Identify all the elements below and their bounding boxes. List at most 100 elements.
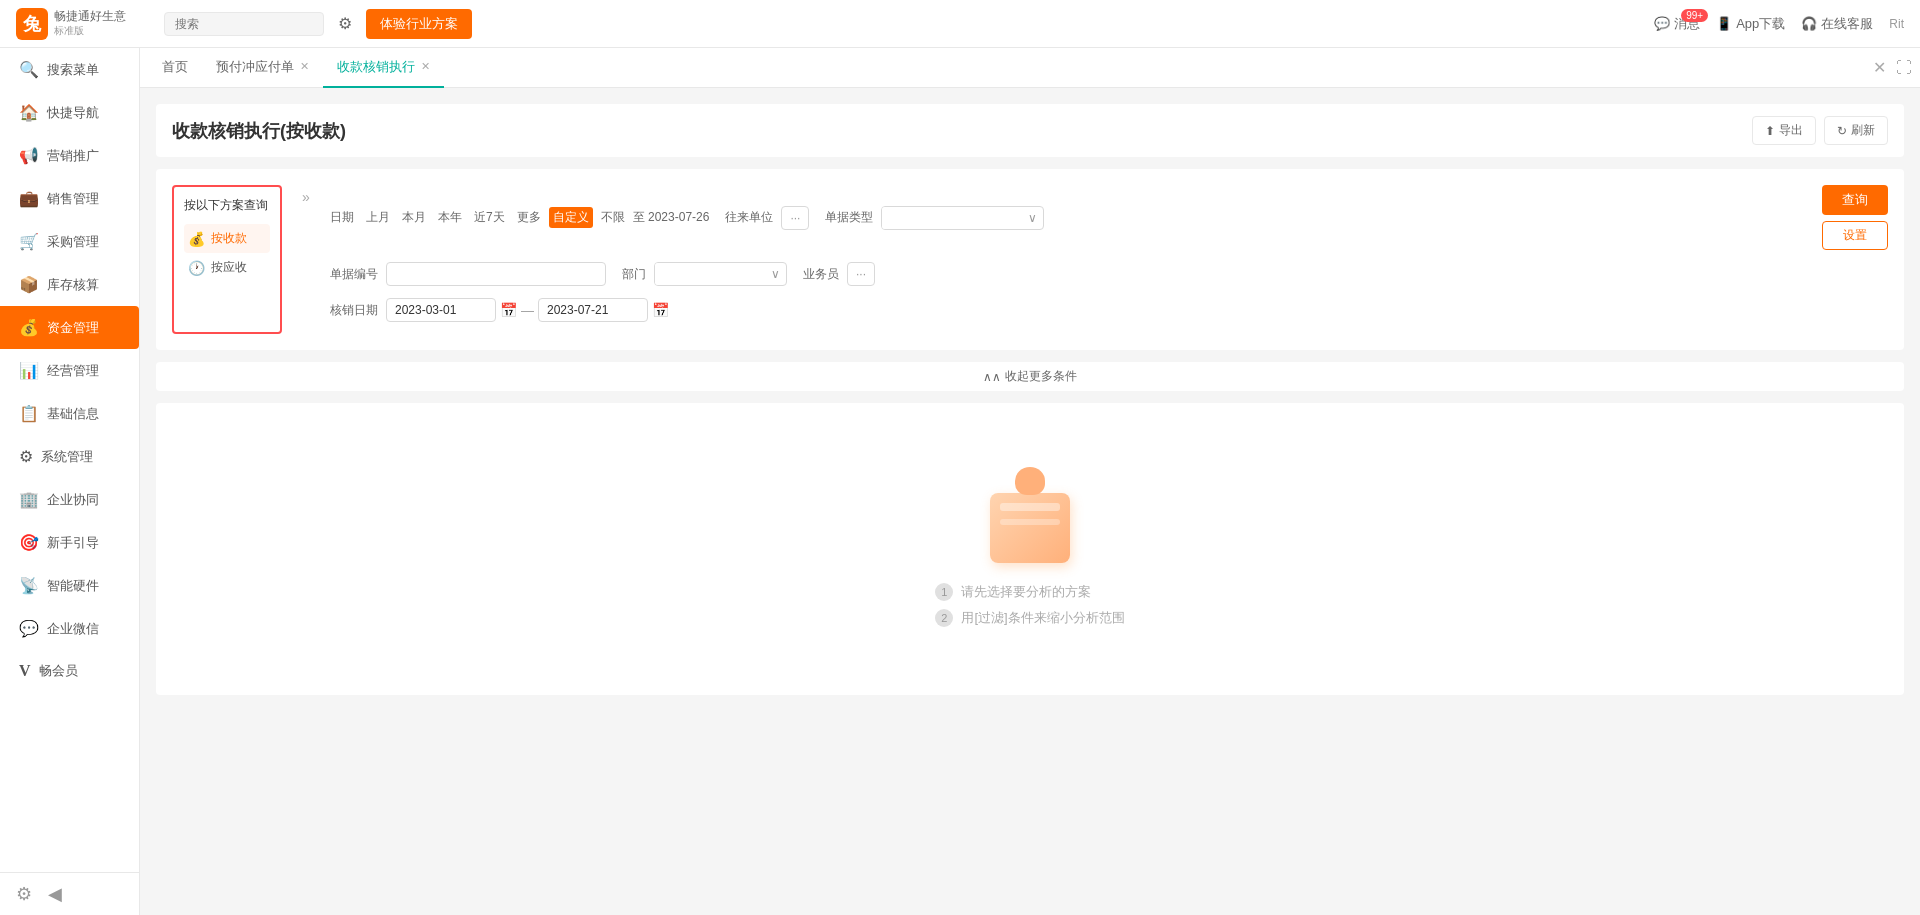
receipt-filter-icon: 💰: [188, 231, 205, 247]
top-bar-right: 💬 消息 99+ 📱 App下载 🎧 在线客服 Rit: [1654, 15, 1904, 33]
sidebar-item-purchase[interactable]: 🛒 采购管理: [0, 220, 139, 263]
sidebar-item-system[interactable]: ⚙ 系统管理: [0, 435, 139, 478]
brand: 兔 畅捷通好生意 标准版: [16, 8, 156, 40]
filter-dept-field: 部门 ∨: [622, 262, 787, 286]
verify-date-range: 📅 — 📅: [386, 298, 669, 322]
page-header: 收款核销执行(按收款) ⬆ 导出 ↻ 刷新: [156, 104, 1904, 157]
top-bar-left: 兔 畅捷通好生意 标准版 ⚙ 体验行业方案: [16, 8, 1654, 40]
filter-toggle-button[interactable]: »: [294, 185, 318, 334]
app-icon: 📱: [1716, 16, 1732, 31]
tab-receipt-close[interactable]: ✕: [421, 60, 430, 73]
refresh-icon: ↻: [1837, 124, 1847, 138]
sidebar-item-sales[interactable]: 💼 销售管理: [0, 177, 139, 220]
tab-home[interactable]: 首页: [148, 48, 202, 88]
export-button[interactable]: ⬆ 导出: [1752, 116, 1816, 145]
staff-label: 业务员: [803, 266, 839, 283]
empty-hint-item-1: 1 请先选择要分析的方案: [935, 583, 1124, 601]
date-no-limit: 不限: [601, 209, 625, 226]
hint-num-2: 2: [935, 609, 953, 627]
sidebar-item-operations[interactable]: 📊 经营管理: [0, 349, 139, 392]
service-icon: 🎧: [1801, 16, 1817, 31]
voucher-type-input[interactable]: [882, 207, 1022, 229]
date-btn-7days[interactable]: 近7天: [470, 207, 509, 228]
basic-icon: 📋: [19, 404, 39, 423]
date-btn-this-year[interactable]: 本年: [434, 207, 466, 228]
tab-prepay-close[interactable]: ✕: [300, 60, 309, 73]
sidebar-item-finance[interactable]: 💰 资金管理: [0, 306, 139, 349]
sales-icon: 💼: [19, 189, 39, 208]
voucher-type-select-wrap: ∨: [881, 206, 1044, 230]
sidebar-item-enterprise[interactable]: 🏢 企业协同: [0, 478, 139, 521]
date-btn-more[interactable]: 更多: [513, 207, 545, 228]
sidebar-bottom: ⚙ ◀: [0, 872, 139, 915]
sidebar-item-marketing[interactable]: 📢 营销推广: [0, 134, 139, 177]
filter-panel: 按以下方案查询 💰 按收款 🕐 按应收 »: [156, 169, 1904, 350]
page-title: 收款核销执行(按收款): [172, 119, 346, 143]
sidebar-item-guide[interactable]: 🎯 新手引导: [0, 521, 139, 564]
empty-state: 1 请先选择要分析的方案 2 用[过滤]条件来缩小分析范围: [156, 403, 1904, 695]
search-input[interactable]: [164, 12, 324, 36]
message-icon: 💬: [1654, 16, 1670, 31]
verify-date-start-input[interactable]: [386, 298, 496, 322]
home-icon: 🏠: [19, 103, 39, 122]
dept-chevron[interactable]: ∨: [765, 263, 786, 285]
settings-button[interactable]: 设置: [1822, 221, 1888, 250]
sidebar-item-search[interactable]: 🔍 搜索菜单: [0, 48, 139, 91]
inventory-icon: 📦: [19, 275, 39, 294]
system-icon: ⚙: [19, 447, 33, 466]
filter-counterparty-field: 往来单位 ···: [725, 206, 809, 230]
filter-option-by-receipt[interactable]: 💰 按收款: [184, 224, 270, 253]
user-name: Rit: [1889, 17, 1904, 31]
date-range-separator: —: [521, 303, 534, 318]
filter-row-3: 核销日期 📅 — 📅: [330, 298, 1888, 322]
tab-expand-button[interactable]: ⛶: [1896, 59, 1912, 77]
date-btn-this-month[interactable]: 本月: [398, 207, 430, 228]
hint-num-1: 1: [935, 583, 953, 601]
sidebar-item-vip[interactable]: V 畅会员: [0, 650, 139, 692]
voucher-type-chevron[interactable]: ∨: [1022, 207, 1043, 229]
tab-receipt[interactable]: 收款核销执行 ✕: [323, 48, 444, 88]
collapse-more-button[interactable]: ∧∧ 收起更多条件: [156, 362, 1904, 391]
voucher-type-label: 单据类型: [825, 209, 873, 226]
solution-button[interactable]: 体验行业方案: [366, 9, 472, 39]
brand-logo: 兔: [16, 8, 48, 40]
sidebar-item-basic[interactable]: 📋 基础信息: [0, 392, 139, 435]
sidebar-item-hardware[interactable]: 📡 智能硬件: [0, 564, 139, 607]
filter-option-by-receivable[interactable]: 🕐 按应收: [184, 253, 270, 282]
guide-icon: 🎯: [19, 533, 39, 552]
sidebar-item-shortcuts[interactable]: 🏠 快捷导航: [0, 91, 139, 134]
sidebar-item-inventory[interactable]: 📦 库存核算: [0, 263, 139, 306]
main-area: 首页 预付冲应付单 ✕ 收款核销执行 ✕ ✕ ⛶ 收款核销执行(按收款): [140, 48, 1920, 915]
tab-close-button[interactable]: ✕: [1873, 58, 1886, 77]
staff-select-button[interactable]: ···: [847, 262, 875, 286]
date-to-label: 至 2023-07-26: [633, 209, 710, 226]
receivable-filter-icon: 🕐: [188, 260, 205, 276]
sidebar-item-wechat[interactable]: 💬 企业微信: [0, 607, 139, 650]
tab-prepay[interactable]: 预付冲应付单 ✕: [202, 48, 323, 88]
query-button[interactable]: 查询: [1822, 185, 1888, 215]
filter-row-2: 单据编号 部门 ∨ 业务员 ···: [330, 262, 1888, 286]
refresh-button[interactable]: ↻ 刷新: [1824, 116, 1888, 145]
filter-voucher-no-field: 单据编号: [330, 262, 606, 286]
verify-date-start-calendar-icon[interactable]: 📅: [500, 302, 517, 318]
empty-hint: 1 请先选择要分析的方案 2 用[过滤]条件来缩小分析范围: [935, 583, 1124, 635]
gear-icon[interactable]: ⚙: [338, 14, 352, 33]
date-btn-custom[interactable]: 自定义: [549, 207, 593, 228]
verify-date-end-input[interactable]: [538, 298, 648, 322]
empty-face-graphic: [1015, 467, 1045, 495]
sidebar-settings-icon[interactable]: ⚙: [16, 883, 32, 905]
collapse-chevron-icon: ∧∧: [983, 370, 1001, 384]
online-service-button[interactable]: 🎧 在线客服: [1801, 15, 1873, 33]
app-download-button[interactable]: 📱 App下载: [1716, 15, 1785, 33]
message-button[interactable]: 💬 消息 99+: [1654, 15, 1700, 33]
verify-date-end-calendar-icon[interactable]: 📅: [652, 302, 669, 318]
dept-input[interactable]: [655, 263, 765, 285]
voucher-no-input[interactable]: [386, 262, 606, 286]
counterparty-select-button[interactable]: ···: [781, 206, 809, 230]
brand-name: 畅捷通好生意: [54, 9, 126, 23]
operations-icon: 📊: [19, 361, 39, 380]
filter-verify-date-field: 核销日期 📅 — 📅: [330, 298, 669, 322]
sidebar-collapse-icon[interactable]: ◀: [48, 883, 62, 905]
date-btn-last-month[interactable]: 上月: [362, 207, 394, 228]
dept-select-wrap: ∨: [654, 262, 787, 286]
